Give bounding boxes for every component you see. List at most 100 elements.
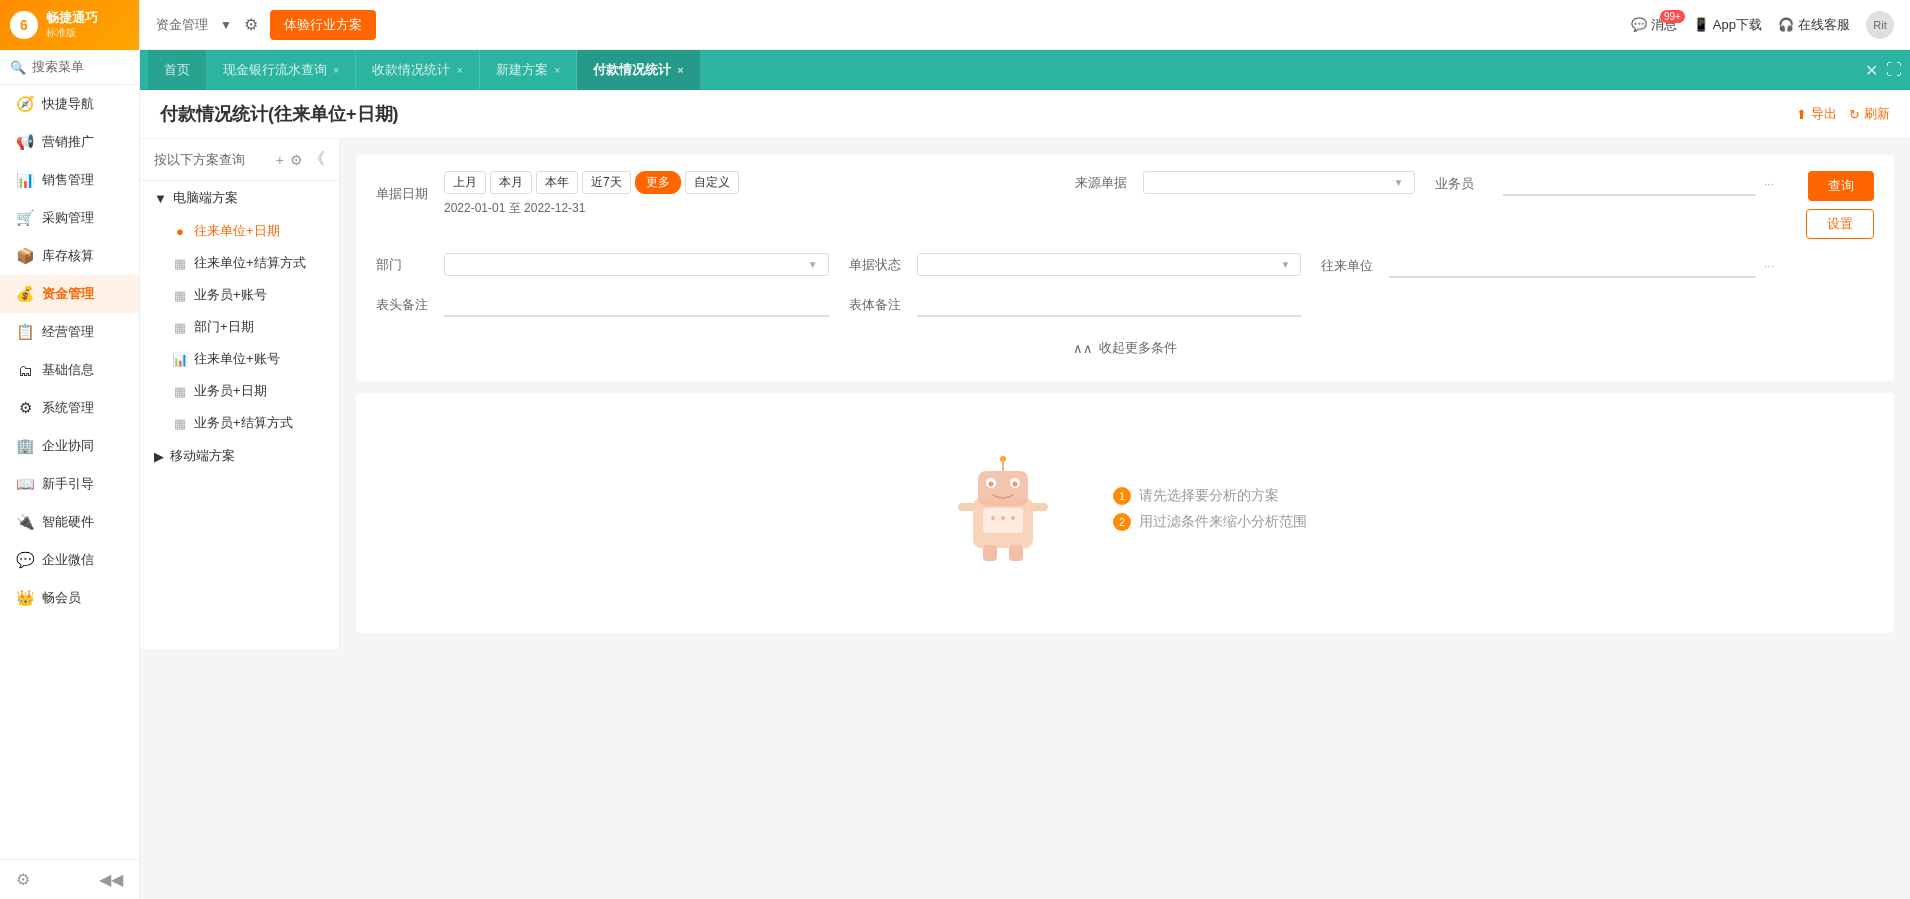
panel-collapse-button[interactable]: 《 [309,149,325,170]
svg-point-7 [1000,456,1006,462]
partner-date-icon: ● [172,223,188,239]
page-title: 付款情况统计(往来单位+日期) [160,102,399,126]
scheme-item-partner-date[interactable]: ● 往来单位+日期 [140,215,339,247]
dept-label: 部门 [376,256,436,274]
header-note-input[interactable] [444,292,829,316]
scheme-item-staff-account[interactable]: ▦ 业务员+账号 [140,279,339,311]
scheme-item-staff-date[interactable]: ▦ 业务员+日期 [140,375,339,407]
filter-area: 单据日期 上月 本月 本年 近7天 更多 自定义 20 [356,155,1894,381]
system-icon: ⚙ [16,399,34,417]
body-note-filter: 表体备注 [849,292,1302,317]
sidebar-item-weixin[interactable]: 💬 企业微信 [0,541,139,579]
staff-input[interactable] [1503,171,1756,195]
inner-layout: 按以下方案查询 + ⚙ 《 ▼ 电脑端方案 ● 往来单位+日期 [140,139,1910,649]
scheme-item-staff-settlement[interactable]: ▦ 业务员+结算方式 [140,407,339,439]
sidebar-item-finance[interactable]: 💰 资金管理 [0,275,139,313]
tab-new-scheme-close[interactable]: × [554,64,560,76]
partner-filter: 往来单位 ··· [1321,253,1774,278]
tab-payment-close[interactable]: × [677,64,683,76]
tab-payment[interactable]: 付款情况统计 × [577,50,700,90]
source-select[interactable]: ▼ [1143,171,1415,194]
sidebar-item-vip[interactable]: 👑 畅会员 [0,579,139,617]
staff-dots[interactable]: ··· [1764,177,1774,191]
sidebar-item-hardware[interactable]: 🔌 智能硬件 [0,503,139,541]
app-download-button[interactable]: 📱 App下载 [1693,16,1762,34]
guide-icon: 📖 [16,475,34,493]
staff-date-icon: ▦ [172,383,188,399]
partner-label: 往来单位 [1321,257,1381,275]
dept-select-arrow: ▼ [808,259,818,270]
avatar[interactable]: Rit [1866,11,1894,39]
staff-label: 业务员 [1435,175,1495,193]
tab-new-scheme[interactable]: 新建方案 × [480,50,577,90]
sidebar-item-sales[interactable]: 📊 销售管理 [0,161,139,199]
body-note-input[interactable] [917,292,1302,316]
collapse-more-button[interactable]: ∧∧ 收起更多条件 [376,331,1874,365]
pc-scheme-group-title[interactable]: ▼ 电脑端方案 [140,181,339,215]
query-button[interactable]: 查询 [1808,171,1874,201]
breadcrumb-arrow[interactable]: ▼ [220,18,232,32]
search-menu[interactable]: 🔍 搜索菜单 [0,50,139,85]
filter-row-2: 部门 ▼ 单据状态 ▼ [376,253,1874,278]
footer-collapse-icon[interactable]: ◀◀ [99,870,123,889]
sidebar-item-quick-nav[interactable]: 🧭 快捷导航 [0,85,139,123]
date-buttons: 上月 本月 本年 近7天 更多 自定义 [444,171,739,194]
date-range-value: 2022-01-01 至 2022-12-31 [444,200,739,217]
tab-bank[interactable]: 现金银行流水查询 × [207,50,356,90]
sidebar-item-basic[interactable]: 🗂 基础信息 [0,351,139,389]
sidebar-item-inventory[interactable]: 📦 库存核算 [0,237,139,275]
right-panel: 单据日期 上月 本月 本年 近7天 更多 自定义 20 [340,139,1910,649]
date-btn-this-year[interactable]: 本年 [536,171,578,194]
dept-select[interactable]: ▼ [444,253,829,276]
hardware-icon: 🔌 [16,513,34,531]
date-btn-custom[interactable]: 自定义 [685,171,739,194]
date-btn-more[interactable]: 更多 [635,171,681,194]
tab-home[interactable]: 首页 [148,50,207,90]
tab-close-all-icon[interactable]: ✕ [1865,61,1878,80]
date-label: 单据日期 [376,185,436,203]
refresh-button[interactable]: ↻ 刷新 [1849,105,1890,123]
staff-settlement-icon: ▦ [172,415,188,431]
svg-point-4 [989,482,994,487]
footer-settings-icon[interactable]: ⚙ [16,870,30,889]
body-note-input-wrap [917,292,1302,317]
add-scheme-icon[interactable]: + [276,152,284,168]
partner-dots[interactable]: ··· [1764,259,1774,273]
partner-input[interactable] [1389,253,1756,277]
date-btn-last-month[interactable]: 上月 [444,171,486,194]
scheme-item-partner-settlement[interactable]: ▦ 往来单位+结算方式 [140,247,339,279]
source-filter: 来源单据 ▼ [1075,171,1415,194]
sidebar-item-operation[interactable]: 📋 经营管理 [0,313,139,351]
scheme-item-dept-date[interactable]: ▦ 部门+日期 [140,311,339,343]
message-badge: 99+ [1660,10,1685,23]
topbar-settings-icon[interactable]: ⚙ [244,15,258,34]
date-btn-this-month[interactable]: 本月 [490,171,532,194]
empty-state: 1 请先选择要分析的方案 2 用过滤条件来缩小分析范围 [356,393,1894,633]
sidebar-item-purchase[interactable]: 🛒 采购管理 [0,199,139,237]
vip-icon: 👑 [16,589,34,607]
filter-row-1: 单据日期 上月 本月 本年 近7天 更多 自定义 20 [376,171,1874,239]
sidebar-item-marketing[interactable]: 📢 营销推广 [0,123,139,161]
scheme-item-partner-account[interactable]: 📊 往来单位+账号 [140,343,339,375]
export-icon: ⬆ [1796,107,1807,122]
pc-scheme-group: ▼ 电脑端方案 ● 往来单位+日期 ▦ 往来单位+结算方式 ▦ 业务员+账号 [140,181,339,439]
service-button[interactable]: 🎧 在线客服 [1778,16,1850,34]
mobile-scheme-group-title[interactable]: ▶ 移动端方案 [140,439,339,473]
tab-maximize-icon[interactable]: ⛶ [1886,61,1902,79]
scheme-settings-icon[interactable]: ⚙ [290,152,303,168]
sidebar-item-system[interactable]: ⚙ 系统管理 [0,389,139,427]
message-button[interactable]: 💬 消息 99+ [1631,16,1677,34]
sidebar-item-guide[interactable]: 📖 新手引导 [0,465,139,503]
tab-receipt-close[interactable]: × [456,64,462,76]
trial-button[interactable]: 体验行业方案 [270,10,376,40]
date-btn-last-7-days[interactable]: 近7天 [582,171,631,194]
tab-bank-close[interactable]: × [333,64,339,76]
export-button[interactable]: ⬆ 导出 [1796,105,1837,123]
svg-rect-8 [958,503,976,511]
filter-actions: 查询 设置 [1794,171,1874,239]
settings-button[interactable]: 设置 [1806,209,1874,239]
tab-receipt[interactable]: 收款情况统计 × [356,50,479,90]
left-panel-header: 按以下方案查询 + ⚙ 《 [140,139,339,181]
doc-status-select[interactable]: ▼ [917,253,1302,276]
sidebar-item-enterprise[interactable]: 🏢 企业协同 [0,427,139,465]
